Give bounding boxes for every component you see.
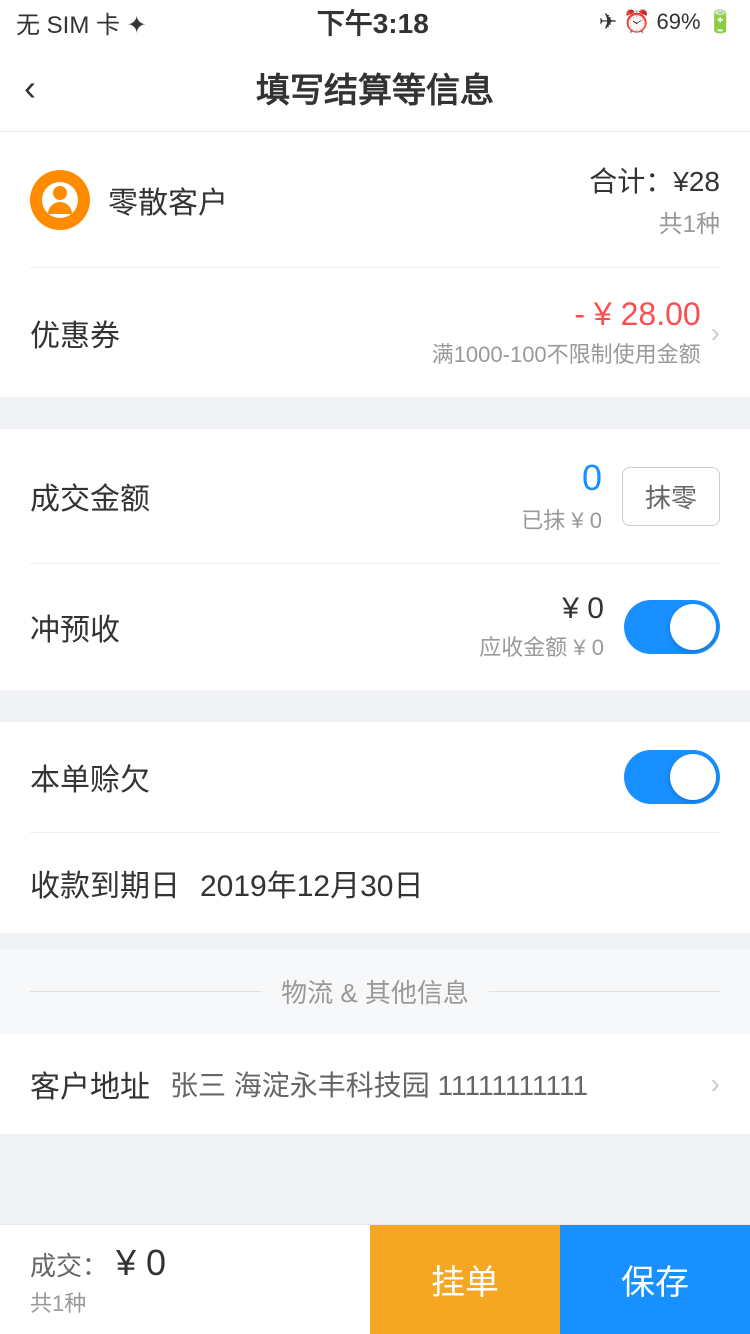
gray-separator-1: [0, 413, 750, 429]
status-bar: 无 SIM 卡 ✦ 下午3:18 ✈ ⏰ 69% 🔋: [0, 0, 750, 44]
bottom-count: 共1种: [30, 1286, 340, 1318]
save-button-label: 保存: [621, 1255, 689, 1304]
customer-total: 合计：¥28 共1种: [589, 160, 720, 239]
total-price: 合计：¥28: [589, 160, 720, 200]
debt-section: 本单赊欠 收款到期日 2019年12月30日: [0, 722, 750, 933]
location-icon: ✈: [599, 9, 617, 35]
transaction-section: 成交金额 0 已抹 ¥ 0 抹零 冲预收 ¥ 0 应收金额 ¥ 0: [0, 429, 750, 690]
amount-info: 0 已抹 ¥ 0: [521, 457, 602, 535]
transaction-label: 成交金额: [30, 474, 150, 518]
customer-section: 零散客户 合计：¥28 共1种 优惠券 - ¥ 28.00 满1000-100不…: [0, 132, 750, 397]
hold-button[interactable]: 挂单: [370, 1225, 560, 1334]
debt-row: 本单赊欠: [0, 722, 750, 832]
coupon-right: - ¥ 28.00 满1000-100不限制使用金额 ›: [432, 296, 720, 369]
customer-row: 零散客户 合计：¥28 共1种: [0, 132, 750, 267]
battery-level: 69%: [657, 9, 701, 35]
address-chevron-icon: ›: [711, 1068, 720, 1100]
transaction-right: 0 已抹 ¥ 0 抹零: [521, 457, 720, 535]
nav-bar: ‹ 填写结算等信息: [0, 44, 750, 132]
transaction-row: 成交金额 0 已抹 ¥ 0 抹零: [0, 429, 750, 563]
debt-toggle[interactable]: [624, 750, 720, 804]
sim-status: 无 SIM 卡 ✦: [16, 5, 147, 40]
due-date-label: 收款到期日: [30, 861, 180, 905]
coupon-desc: 满1000-100不限制使用金额: [432, 337, 701, 369]
total-count: 共1种: [589, 204, 720, 239]
toggle-knob: [670, 604, 716, 650]
customer-name: 零散客户: [108, 178, 228, 222]
divider-line-right: [489, 991, 720, 992]
save-button[interactable]: 保存: [560, 1225, 750, 1334]
coupon-row[interactable]: 优惠券 - ¥ 28.00 满1000-100不限制使用金额 ›: [0, 268, 750, 397]
debt-toggle-knob: [670, 754, 716, 800]
transaction-value[interactable]: 0: [521, 457, 602, 499]
round-button[interactable]: 抹零: [622, 467, 720, 526]
divider-line-left: [30, 991, 261, 992]
due-date-value: 2019年12月30日: [200, 861, 423, 905]
address-section: 客户地址 张三 海淀永丰科技园 11111111111 ›: [0, 1034, 750, 1134]
prepay-toggle[interactable]: [624, 600, 720, 654]
address-value: 张三 海淀永丰科技园 11111111111: [170, 1064, 711, 1104]
bottom-info: 成交： ¥ 0 共1种: [0, 1242, 370, 1318]
logistics-label: 物流 & 其他信息: [261, 973, 489, 1010]
hold-button-label: 挂单: [431, 1255, 499, 1304]
coupon-label: 优惠券: [30, 311, 120, 355]
battery-icon: 🔋: [707, 9, 734, 35]
page-title: 填写结算等信息: [256, 63, 494, 112]
status-time: 下午3:18: [317, 2, 429, 42]
address-row[interactable]: 客户地址 张三 海淀永丰科技园 11111111111 ›: [0, 1034, 750, 1134]
alarm-icon: ⏰: [623, 9, 650, 35]
bottom-deal-label: 成交：: [30, 1246, 108, 1283]
bottom-amount: ¥ 0: [116, 1242, 166, 1284]
address-label: 客户地址: [30, 1062, 150, 1106]
status-right: ✈ ⏰ 69% 🔋: [599, 9, 734, 35]
bottom-deal-row: 成交： ¥ 0: [30, 1242, 340, 1284]
prepay-sub: 应收金额 ¥ 0: [479, 630, 604, 662]
debt-label: 本单赊欠: [30, 755, 150, 799]
back-button[interactable]: ‹: [24, 67, 36, 109]
bottom-bar: 成交： ¥ 0 共1种 挂单 保存: [0, 1224, 750, 1334]
gray-separator-2: [0, 706, 750, 722]
customer-left: 零散客户: [30, 170, 228, 230]
prepay-amount: ¥ 0: [479, 592, 604, 626]
prepay-row: 冲预收 ¥ 0 应收金额 ¥ 0: [0, 564, 750, 690]
prepay-info: ¥ 0 应收金额 ¥ 0: [479, 592, 604, 662]
avatar-icon: [42, 182, 78, 218]
due-date-row[interactable]: 收款到期日 2019年12月30日: [0, 833, 750, 933]
logistics-section-header: 物流 & 其他信息: [0, 949, 750, 1034]
transaction-sub: 已抹 ¥ 0: [521, 503, 602, 535]
status-left: 无 SIM 卡 ✦: [16, 5, 147, 40]
avatar: [30, 170, 90, 230]
coupon-chevron-icon: ›: [711, 317, 720, 349]
content: 零散客户 合计：¥28 共1种 优惠券 - ¥ 28.00 满1000-100不…: [0, 132, 750, 1270]
prepay-label: 冲预收: [30, 605, 120, 649]
prepay-right: ¥ 0 应收金额 ¥ 0: [479, 592, 720, 662]
coupon-info: - ¥ 28.00 满1000-100不限制使用金额: [432, 296, 701, 369]
coupon-amount: - ¥ 28.00: [432, 296, 701, 333]
